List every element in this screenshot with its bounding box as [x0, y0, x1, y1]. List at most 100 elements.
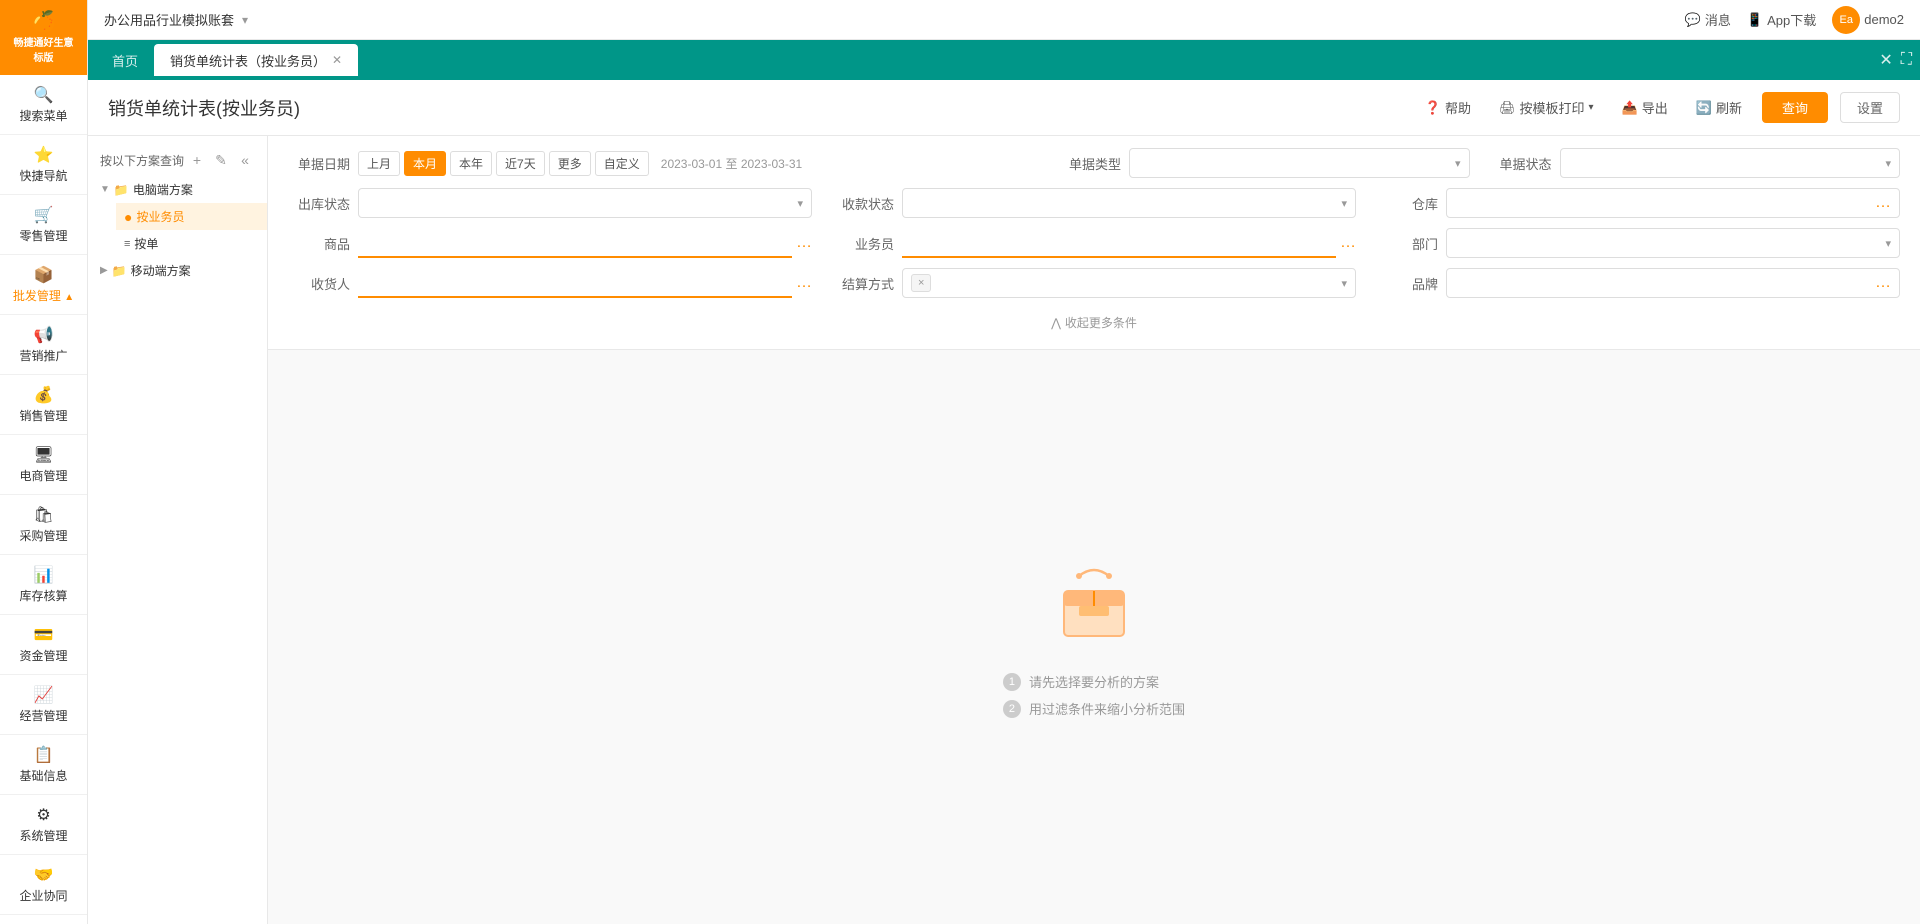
sidebar-label-purchase: 采购管理 — [19, 529, 67, 543]
refresh-button[interactable]: 🔄 刷新 — [1688, 94, 1750, 121]
brand-select[interactable]: … — [1446, 268, 1900, 298]
quick-nav-icon: ⭐ — [4, 145, 83, 165]
goods-input[interactable] — [358, 228, 792, 258]
salesman-input[interactable] — [902, 228, 1336, 258]
more-date-btn[interactable]: 更多 — [549, 151, 591, 176]
sidebar-item-enterprise[interactable]: 🤝 企业协同 — [0, 855, 87, 915]
search-icon: 🔍 — [4, 85, 83, 105]
doc-type-select[interactable]: ▾ — [1129, 148, 1470, 178]
salesman-control: … — [902, 228, 1356, 258]
print-button[interactable]: 🖨 按模板打印 ▾ — [1491, 94, 1602, 121]
app-logo[interactable]: 🍊 畅捷通好生意标版 — [0, 0, 88, 75]
last-month-btn[interactable]: 上月 — [358, 151, 400, 176]
tree-node-mobile[interactable]: ▶ 📁 移动端方案 — [88, 257, 267, 284]
tree-node-order[interactable]: ≡ 按单 — [116, 230, 267, 257]
help-button[interactable]: ❓ 帮助 — [1417, 94, 1479, 121]
sidebar-item-quick-nav[interactable]: ⭐ 快捷导航 — [0, 135, 87, 195]
app-download-btn[interactable]: 📱 App下载 — [1747, 10, 1816, 29]
app-download-icon: 📱 — [1747, 12, 1763, 28]
brand-dots[interactable]: … — [1875, 274, 1891, 292]
collapse-more-btn[interactable]: ⋀ 收起更多条件 — [288, 308, 1900, 337]
settings-button[interactable]: 设置 — [1840, 92, 1900, 123]
sidebar-item-inventory[interactable]: 📊 库存核算 — [0, 555, 87, 615]
payment-tag: × — [911, 274, 931, 292]
sidebar-item-sales[interactable]: 💰 销售管理 — [0, 375, 87, 435]
collapse-panel-btn[interactable]: « — [235, 150, 255, 170]
tree-label-mobile: 移动端方案 — [131, 262, 191, 279]
tree-node-desktop[interactable]: ▼ 📁 电脑端方案 — [88, 176, 267, 203]
date-range-text: 2023-03-01 至 2023-03-31 — [661, 155, 802, 172]
out-status-label: 出库状态 — [288, 194, 358, 213]
consignee-input[interactable] — [358, 268, 792, 298]
sidebar-item-basic[interactable]: 📋 基础信息 — [0, 735, 87, 795]
page-header: 销货单统计表(按业务员) ❓ 帮助 🖨 按模板打印 ▾ 📤 导出 🔄 刷新 — [88, 80, 1920, 136]
sidebar-item-ecommerce[interactable]: 🖥 电商管理 — [0, 435, 87, 495]
message-btn[interactable]: 💬 消息 — [1685, 10, 1731, 29]
tab-home-label: 首页 — [112, 51, 138, 70]
tab-fullscreen-icon[interactable]: ⛶ — [1901, 51, 1912, 69]
left-panel: 按以下方案查询 + ✎ « ▼ 📁 电脑端方案 ● — [88, 136, 268, 924]
tip-number-2: 2 — [1003, 700, 1021, 718]
sidebar-item-marketing[interactable]: 📢 营销推广 — [0, 315, 87, 375]
sidebar-label-basic: 基础信息 — [19, 769, 67, 783]
tab-sales-stat[interactable]: 销货单统计表（按业务员） ✕ — [154, 44, 358, 76]
payment-tag-close[interactable]: × — [918, 277, 924, 289]
this-month-btn[interactable]: 本月 — [404, 151, 446, 176]
add-scheme-btn[interactable]: + — [187, 150, 207, 170]
doc-type-label: 单据类型 — [1059, 154, 1129, 173]
sidebar-label-enterprise: 企业协同 — [19, 889, 67, 903]
consignee-dots[interactable]: … — [796, 274, 812, 292]
sidebar-label-sales: 销售管理 — [19, 409, 67, 423]
custom-date-btn[interactable]: 自定义 — [595, 151, 649, 176]
goods-dots[interactable]: … — [796, 234, 812, 252]
expand-icon-mobile: ▶ — [100, 265, 108, 276]
tab-close-window-icon[interactable]: ✕ — [1879, 50, 1892, 70]
sidebar-item-wholesale[interactable]: 📦 批发管理 ▲ — [0, 255, 87, 315]
sidebar-item-system[interactable]: ⚙ 系统管理 — [0, 795, 87, 855]
doc-status-select[interactable]: ▾ — [1560, 148, 1901, 178]
sidebar-item-search[interactable]: 🔍 搜索菜单 — [0, 75, 87, 135]
left-panel-header: 按以下方案查询 + ✎ « — [88, 144, 267, 176]
receipt-status-select[interactable]: ▾ — [902, 188, 1356, 218]
query-button[interactable]: 查询 — [1762, 92, 1828, 123]
message-icon: 💬 — [1685, 12, 1701, 28]
export-button[interactable]: 📤 导出 — [1614, 94, 1676, 121]
sidebar-item-retail[interactable]: 🛒 零售管理 — [0, 195, 87, 255]
sidebar-item-operation[interactable]: 📈 经营管理 — [0, 675, 87, 735]
warehouse-dots[interactable]: … — [1875, 194, 1891, 212]
enterprise-icon: 🤝 — [4, 865, 83, 885]
sidebar-label-operation: 经营管理 — [19, 709, 67, 723]
export-icon: 📤 — [1622, 100, 1638, 116]
edit-scheme-btn[interactable]: ✎ — [211, 150, 231, 170]
sidebar-item-finance[interactable]: 💳 资金管理 — [0, 615, 87, 675]
payment-select[interactable]: × ▾ — [902, 268, 1356, 298]
receipt-status-arrow: ▾ — [1341, 197, 1347, 210]
tab-bar: 首页 销货单统计表（按业务员） ✕ ✕ ⛶ — [88, 40, 1920, 80]
dept-control: ▾ — [1446, 228, 1900, 258]
ecommerce-icon: 🖥 — [4, 445, 83, 465]
operation-icon: 📈 — [4, 685, 83, 705]
purchase-icon: 🛍 — [4, 505, 83, 525]
date-button-group: 上月 本月 本年 近7天 更多 自定义 2023-03-01 至 2023-03… — [358, 151, 802, 176]
sidebar-label-marketing: 营销推广 — [19, 349, 67, 363]
nav-dropdown-arrow[interactable]: ▾ — [242, 13, 248, 27]
tab-home[interactable]: 首页 — [96, 44, 154, 76]
dept-select[interactable]: ▾ — [1446, 228, 1900, 258]
sidebar-item-newbie[interactable]: 🎯 新手引导 — [0, 915, 87, 924]
doc-status-control: ▾ — [1560, 148, 1901, 178]
top-header: 办公用品行业模拟账套 ▾ 💬 消息 📱 App下载 Ea demo2 — [88, 0, 1920, 40]
sidebar-item-purchase[interactable]: 🛍 采购管理 — [0, 495, 87, 555]
user-profile[interactable]: Ea demo2 — [1832, 6, 1904, 34]
dept-arrow: ▾ — [1885, 237, 1891, 250]
out-status-select[interactable]: ▾ — [358, 188, 812, 218]
salesman-dots[interactable]: … — [1340, 234, 1356, 252]
warehouse-label: 仓库 — [1376, 194, 1446, 213]
warehouse-select[interactable]: … — [1446, 188, 1900, 218]
tab-close-icon[interactable]: ✕ — [332, 53, 342, 67]
last-7days-btn[interactable]: 近7天 — [496, 151, 545, 176]
this-year-btn[interactable]: 本年 — [450, 151, 492, 176]
tree-node-salesman[interactable]: ● 按业务员 — [116, 203, 267, 230]
page-actions: ❓ 帮助 🖨 按模板打印 ▾ 📤 导出 🔄 刷新 查询 设置 — [1417, 92, 1900, 135]
empty-state-icon — [1044, 556, 1144, 656]
logo-text: 畅捷通好生意标版 — [14, 38, 74, 64]
